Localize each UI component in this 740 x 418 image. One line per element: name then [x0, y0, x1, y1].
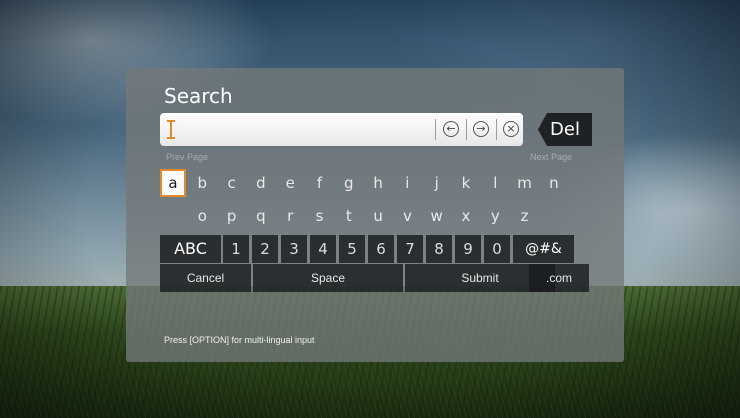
key-label: 8 [434, 240, 444, 258]
key-5[interactable]: 5 [339, 235, 365, 263]
key-d[interactable]: d [248, 169, 274, 197]
key-k[interactable]: k [453, 169, 479, 197]
key-label: .com [545, 271, 572, 285]
key-label: l [493, 174, 498, 192]
input-separator [496, 119, 497, 140]
key-i[interactable]: i [394, 169, 420, 197]
key-label: i [405, 174, 410, 192]
key-label: 3 [289, 240, 299, 258]
page-title: Search [164, 84, 233, 108]
input-separator [435, 119, 436, 140]
key-label: 9 [463, 240, 473, 258]
key-2[interactable]: 2 [252, 235, 278, 263]
key-cancel[interactable]: Cancel [160, 264, 251, 292]
key-label: Cancel [186, 271, 225, 285]
key-h[interactable]: h [365, 169, 391, 197]
key-space[interactable]: Space [253, 264, 403, 292]
key-label: h [373, 174, 383, 192]
key-label: v [402, 207, 412, 225]
key-8[interactable]: 8 [426, 235, 452, 263]
key-g[interactable]: g [336, 169, 362, 197]
key-label: g [344, 174, 354, 192]
key-label: 7 [405, 240, 415, 258]
search-input[interactable]: ← → × [160, 113, 523, 146]
key-p[interactable]: p [219, 202, 245, 230]
key-1[interactable]: 1 [223, 235, 249, 263]
key-dotcom[interactable]: .com [529, 264, 589, 292]
key-w[interactable]: w [424, 202, 450, 230]
key-7[interactable]: 7 [397, 235, 423, 263]
key-label: 4 [318, 240, 328, 258]
key-label: p [226, 207, 237, 225]
key-e[interactable]: e [277, 169, 303, 197]
key-f[interactable]: f [307, 169, 333, 197]
key-q[interactable]: q [248, 202, 274, 230]
key-label: r [287, 207, 294, 225]
key-c[interactable]: c [219, 169, 245, 197]
search-keyboard-panel: Search ← → × Del Prev Page Next Page a b c… [126, 68, 624, 362]
key-a[interactable]: a [160, 169, 186, 197]
key-label: z [520, 207, 529, 225]
key-label: 2 [260, 240, 270, 258]
key-label: 5 [347, 240, 357, 258]
key-3[interactable]: 3 [281, 235, 307, 263]
key-label: a [168, 174, 178, 192]
key-label: Space [310, 271, 346, 285]
key-z[interactable]: z [512, 202, 538, 230]
key-label: e [285, 174, 295, 192]
key-label: x [461, 207, 471, 225]
key-v[interactable]: v [394, 202, 420, 230]
key-b[interactable]: b [189, 169, 215, 197]
arrow-right-circle-icon[interactable]: → [473, 121, 489, 137]
key-label: 1 [231, 240, 241, 258]
key-6[interactable]: 6 [368, 235, 394, 263]
key-label: f [316, 174, 323, 192]
key-m[interactable]: m [512, 169, 538, 197]
hint-text: Press [OPTION] for multi-lingual input [164, 335, 315, 345]
key-label: 0 [492, 240, 502, 258]
key-label: y [490, 207, 500, 225]
key-label: b [197, 174, 208, 192]
key-abc[interactable]: ABC [160, 235, 221, 263]
key-label: o [197, 207, 207, 225]
key-label: t [345, 207, 352, 225]
input-separator [466, 119, 467, 140]
key-0[interactable]: 0 [484, 235, 510, 263]
key-label: 6 [376, 240, 386, 258]
key-label: s [315, 207, 324, 225]
key-x[interactable]: x [453, 202, 479, 230]
key-y[interactable]: y [482, 202, 508, 230]
next-page-label[interactable]: Next Page [530, 152, 572, 162]
key-symbols[interactable]: @#& [513, 235, 574, 263]
key-l[interactable]: l [482, 169, 508, 197]
key-label: n [549, 174, 559, 192]
key-4[interactable]: 4 [310, 235, 336, 263]
key-label: m [517, 174, 532, 192]
key-r[interactable]: r [277, 202, 303, 230]
key-label: j [434, 174, 439, 192]
clear-circle-icon[interactable]: × [503, 121, 519, 137]
key-n[interactable]: n [541, 169, 567, 197]
key-u[interactable]: u [365, 202, 391, 230]
key-label: @#& [525, 241, 562, 257]
key-label: ABC [174, 239, 207, 258]
arrow-left-circle-icon[interactable]: ← [443, 121, 459, 137]
key-label: k [461, 174, 471, 192]
delete-button[interactable]: Del [538, 113, 592, 146]
text-cursor [167, 120, 175, 139]
key-s[interactable]: s [307, 202, 333, 230]
key-t[interactable]: t [336, 202, 362, 230]
key-label: c [227, 174, 236, 192]
key-9[interactable]: 9 [455, 235, 481, 263]
key-label: u [373, 207, 383, 225]
prev-page-label[interactable]: Prev Page [166, 152, 208, 162]
key-o[interactable]: o [189, 202, 215, 230]
key-label: w [430, 207, 443, 225]
key-label: q [256, 207, 266, 225]
key-label: d [256, 174, 266, 192]
key-j[interactable]: j [424, 169, 450, 197]
